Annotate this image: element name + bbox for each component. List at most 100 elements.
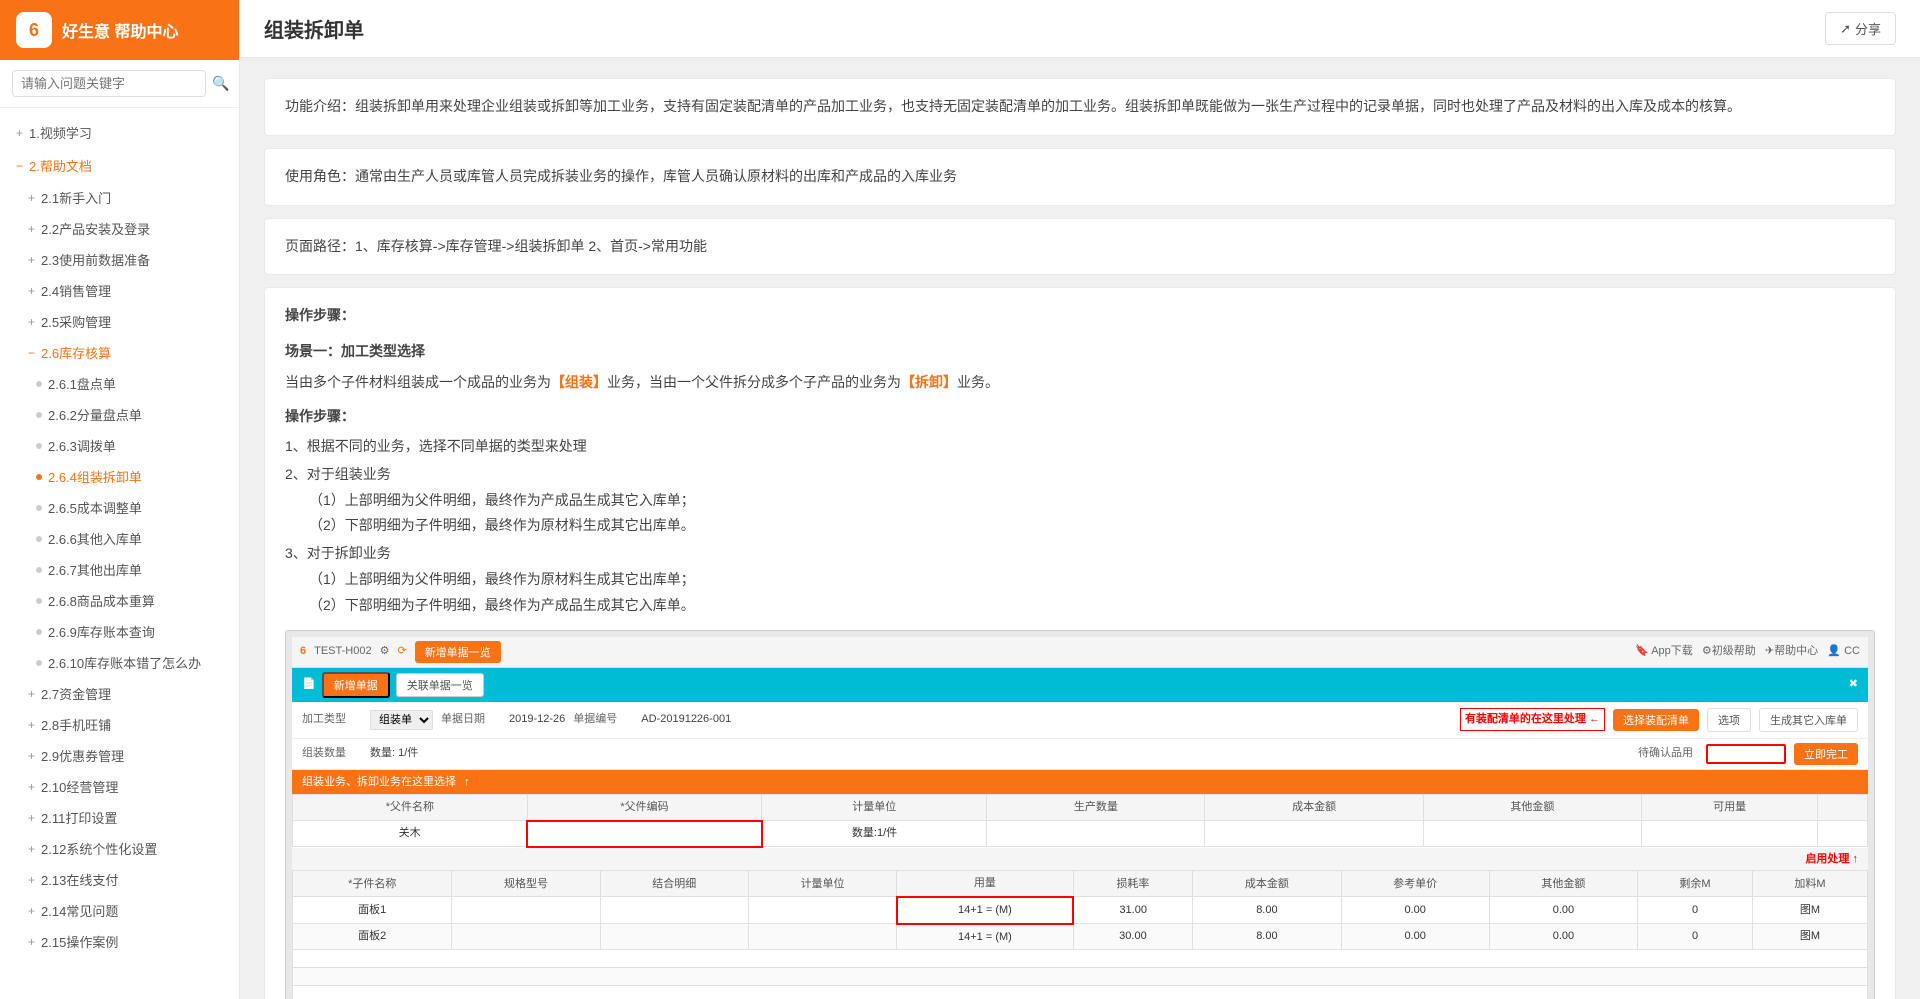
sidebar-item-s264[interactable]: 2.6.4组装拆卸单 bbox=[0, 461, 239, 492]
scene1-title: 场景一：加工类型选择 bbox=[285, 340, 1875, 364]
mock-child-row-5 bbox=[293, 986, 1868, 999]
sidebar-item-s268[interactable]: 2.6.8商品成本重算 bbox=[0, 585, 239, 616]
sidebar-item-docs[interactable]: − 2.帮助文档 bbox=[0, 149, 239, 182]
sidebar-item-coupon[interactable]: + 2.9优惠券管理 bbox=[0, 740, 239, 771]
feature-desc-card: 功能介绍：组装拆卸单用来处理企业组装或拆卸等加工业务，支持有固定装配清单的产品加… bbox=[264, 78, 1896, 136]
content-area[interactable]: 功能介绍：组装拆卸单用来处理企业组装或拆卸等加工业务，支持有固定装配清单的产品加… bbox=[240, 58, 1920, 999]
search-box: 🔍 bbox=[0, 60, 239, 108]
sidebar-item-cases[interactable]: + 2.15操作案例 bbox=[0, 926, 239, 957]
sidebar-item-s263[interactable]: 2.6.3调拨单 bbox=[0, 430, 239, 461]
plus-icon: + bbox=[28, 253, 35, 267]
steps-title: 操作步骤： bbox=[285, 304, 1875, 328]
mock-type-label: 加工类型 bbox=[302, 710, 362, 729]
mock-parent-col2: *父件编码 bbox=[527, 795, 762, 821]
mock-logo: 6 bbox=[300, 642, 306, 661]
sidebar-item-s269[interactable]: 2.6.9库存账本查询 bbox=[0, 616, 239, 647]
sidebar-item-videos[interactable]: + 1.视频学习 bbox=[0, 116, 239, 149]
mock-parent-cell-name: 关木 bbox=[293, 821, 528, 847]
plus-icon: + bbox=[28, 780, 35, 794]
mock-window-title-icon: 📄 bbox=[302, 675, 316, 694]
mock-new-order-btn[interactable]: 新增单据一览 bbox=[415, 641, 501, 663]
path-desc-card: 页面路径：1、库存核算->库存管理->组装拆卸单 2、首页->常用功能 bbox=[264, 218, 1896, 276]
sidebar-item-s266[interactable]: 2.6.6其他入库单 bbox=[0, 523, 239, 554]
minus-icon: − bbox=[16, 159, 23, 173]
sidebar-item-s262[interactable]: 2.6.2分量盘点单 bbox=[0, 399, 239, 430]
mock-topbar-sync: ⟳ bbox=[397, 642, 406, 661]
top-bar: 组装拆卸单 ➚ 分享 bbox=[240, 0, 1920, 58]
mock-generate-btn[interactable]: 生成其它入库单 bbox=[1759, 708, 1858, 732]
mock-parent-table-container: *父件名称 *父件编码 计量单位 生产数量 成本金额 其他金额 可用量 bbox=[292, 794, 1868, 847]
sidebar-item-faq[interactable]: + 2.14常见问题 bbox=[0, 895, 239, 926]
plus-icon: + bbox=[28, 842, 35, 856]
mock-child-row-4 bbox=[293, 968, 1868, 986]
mock-annotation3: 启用处理 ↑ bbox=[1805, 850, 1858, 869]
mock-annotation1: 有装配清单的在这里处理 ← bbox=[1460, 708, 1605, 731]
mock-tab-list[interactable]: 关联单据一览 bbox=[396, 673, 484, 697]
mock-child-table: *子件名称 规格型号 结合明细 计量单位 用量 损耗率 成本金额 参考单价 其他… bbox=[292, 870, 1868, 999]
mock-child-col6: 损耗率 bbox=[1073, 871, 1193, 897]
mock-tab-new[interactable]: 新增单据 bbox=[322, 672, 390, 698]
sidebar-item-online[interactable]: + 2.13在线支付 bbox=[0, 864, 239, 895]
steps-label: 操作步骤： bbox=[285, 405, 1875, 429]
sidebar-item-new[interactable]: + 2.1新手入门 bbox=[0, 182, 239, 213]
sidebar-item-system[interactable]: + 2.12系统个性化设置 bbox=[0, 833, 239, 864]
nav-tree: + 1.视频学习 − 2.帮助文档 + 2.1新手入门 + 2.2产品安装及登录 bbox=[0, 108, 239, 999]
mock-child-col8: 参考单价 bbox=[1341, 871, 1489, 897]
sidebar-item-data[interactable]: + 2.3使用前数据准备 bbox=[0, 244, 239, 275]
plus-icon: + bbox=[28, 873, 35, 887]
dot-icon bbox=[36, 505, 42, 511]
sidebar-item-print[interactable]: + 2.11打印设置 bbox=[0, 802, 239, 833]
plus-icon: + bbox=[28, 811, 35, 825]
mock-parent-cell-cost bbox=[1205, 821, 1423, 847]
step3-1: （1）上部明细为父件明细，最终作为原材料生成其它出库单； bbox=[285, 568, 1875, 592]
search-input[interactable] bbox=[12, 70, 206, 97]
share-icon: ➚ bbox=[1840, 21, 1851, 37]
mock-option-btn[interactable]: 选项 bbox=[1707, 708, 1751, 732]
mock-parent-cell-other bbox=[1423, 821, 1641, 847]
mock-child-col2: 规格型号 bbox=[452, 871, 600, 897]
mock-orange-bar-text: 组装业务、拆卸业务在这里选择 bbox=[302, 773, 456, 792]
sidebar-item-s265[interactable]: 2.6.5成本调整单 bbox=[0, 492, 239, 523]
mock-finish-btn[interactable]: 立即完工 bbox=[1794, 743, 1858, 765]
mock-qty-value: 数量: 1/件 bbox=[370, 744, 418, 763]
mock-form-row2: 组装数量 数量: 1/件 待确认品用 立即完工 bbox=[292, 739, 1868, 770]
plus-icon: + bbox=[28, 687, 35, 701]
mock-parent-cell-avail bbox=[1642, 821, 1818, 847]
nav-section-videos: + 1.视频学习 bbox=[0, 116, 239, 149]
feature-desc-text: 功能介绍：组装拆卸单用来处理企业组装或拆卸等加工业务，支持有固定装配清单的产品加… bbox=[285, 98, 1741, 114]
share-button[interactable]: ➚ 分享 bbox=[1825, 12, 1896, 45]
mock-date-value: 2019-12-26 bbox=[509, 710, 565, 729]
sidebar-item-sales[interactable]: + 2.4销售管理 bbox=[0, 275, 239, 306]
sidebar-item-s2610[interactable]: 2.6.10库存账本错了怎么办 bbox=[0, 647, 239, 678]
step2-2: （2）下部明细为子件明细，最终作为原材料生成其它出库单。 bbox=[285, 514, 1875, 538]
mock-topbar: 6 TEST-H002 ⚙ ⟳ 新增单据一览 🔖 App下载 ⚙初级帮助 ✈帮助… bbox=[292, 637, 1868, 668]
mock-topbar-settings: ⚙ bbox=[380, 642, 390, 661]
sidebar-item-ops[interactable]: + 2.10经营管理 bbox=[0, 771, 239, 802]
mock-parent-row-1: 关木 数量:1/件 bbox=[293, 821, 1868, 847]
mock-parent-cell-action bbox=[1818, 821, 1868, 847]
mock-select-bom-btn[interactable]: 选择装配清单 bbox=[1613, 709, 1699, 731]
mock-enable-row: 启用处理 ↑ bbox=[292, 848, 1868, 871]
role-desc-text: 使用角色：通常由生产人员或库管人员完成拆装业务的操作，库管人员确认原材料的出库和… bbox=[285, 168, 957, 184]
sidebar-item-capital[interactable]: + 2.7资金管理 bbox=[0, 678, 239, 709]
step3-2: （2）下部明细为子件明细，最终作为产成品生成其它入库单。 bbox=[285, 594, 1875, 618]
sidebar-item-mobile[interactable]: + 2.8手机旺铺 bbox=[0, 709, 239, 740]
sidebar-item-stock[interactable]: − 2.6库存核算 bbox=[0, 337, 239, 368]
plus-icon: + bbox=[28, 935, 35, 949]
mock-parent-col5: 成本金额 bbox=[1205, 795, 1423, 821]
mock-type-select[interactable]: 组装单 bbox=[370, 710, 433, 730]
mock-parent-col7: 可用量 bbox=[1642, 795, 1818, 821]
plus-icon: + bbox=[16, 126, 23, 140]
sidebar-item-s267[interactable]: 2.6.7其他出库单 bbox=[0, 554, 239, 585]
mock-child-col7: 成本金额 bbox=[1193, 871, 1341, 897]
plus-icon: + bbox=[28, 749, 35, 763]
mock-window-header: 📄 新增单据 关联单据一览 ✖ bbox=[292, 668, 1868, 702]
mock-child-row-2: 面板2 14+1 = (M) 30.00 8.00 0.00 0.00 bbox=[293, 924, 1868, 950]
sidebar-item-s261[interactable]: 2.6.1盘点单 bbox=[0, 368, 239, 399]
search-button[interactable]: 🔍 bbox=[212, 75, 229, 92]
mock-child-col11: 加料M bbox=[1752, 871, 1867, 897]
step1: 1、根据不同的业务，选择不同单据的类型来处理 bbox=[285, 435, 1875, 459]
mock-confirm-input[interactable] bbox=[1706, 744, 1786, 764]
sidebar-item-install[interactable]: + 2.2产品安装及登录 bbox=[0, 213, 239, 244]
sidebar-item-purchase[interactable]: + 2.5采购管理 bbox=[0, 306, 239, 337]
